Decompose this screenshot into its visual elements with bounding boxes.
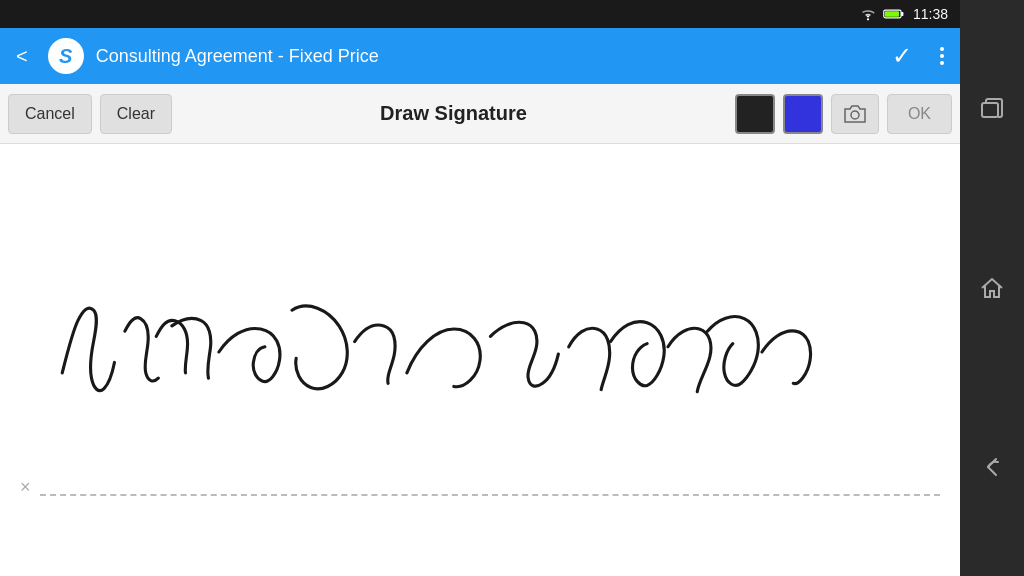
battery-icon — [883, 8, 905, 20]
draw-signature-title: Draw Signature — [180, 102, 727, 125]
app-logo: S — [48, 38, 84, 74]
back-icon — [978, 453, 1006, 481]
more-dot — [940, 47, 944, 51]
blue-color-swatch[interactable] — [783, 94, 823, 134]
more-dot — [940, 61, 944, 65]
svg-point-0 — [867, 18, 869, 20]
nav-title: Consulting Agreement - Fixed Price — [96, 46, 872, 67]
signature-drawing — [10, 164, 950, 456]
status-time: 11:38 — [913, 6, 948, 22]
back-button[interactable] — [970, 445, 1014, 489]
home-button[interactable] — [970, 266, 1014, 310]
recent-apps-button[interactable] — [970, 87, 1014, 131]
signature-area[interactable]: × — [0, 144, 960, 576]
baseline — [40, 494, 940, 496]
wifi-icon — [859, 7, 877, 21]
camera-button[interactable] — [831, 94, 879, 134]
home-icon — [978, 274, 1006, 302]
svg-rect-2 — [901, 12, 903, 16]
nav-check-button[interactable]: ✓ — [884, 34, 920, 78]
more-dot — [940, 54, 944, 58]
cancel-button[interactable]: Cancel — [8, 94, 92, 134]
black-color-swatch[interactable] — [735, 94, 775, 134]
toolbar: Cancel Clear Draw Signature OK — [0, 84, 960, 144]
camera-icon — [843, 104, 867, 124]
nav-more-button[interactable] — [932, 39, 952, 73]
status-bar: 11:38 — [0, 0, 960, 28]
svg-rect-3 — [885, 11, 899, 17]
recent-apps-icon — [978, 95, 1006, 123]
svg-point-4 — [851, 111, 859, 119]
clear-button[interactable]: Clear — [100, 94, 172, 134]
nav-side — [960, 0, 1024, 576]
ok-button[interactable]: OK — [887, 94, 952, 134]
nav-back-button[interactable]: < — [8, 37, 36, 76]
svg-rect-5 — [982, 103, 998, 117]
status-icons — [859, 7, 905, 21]
baseline-x-mark: × — [20, 477, 31, 498]
nav-bar: < S Consulting Agreement - Fixed Price ✓ — [0, 28, 960, 84]
